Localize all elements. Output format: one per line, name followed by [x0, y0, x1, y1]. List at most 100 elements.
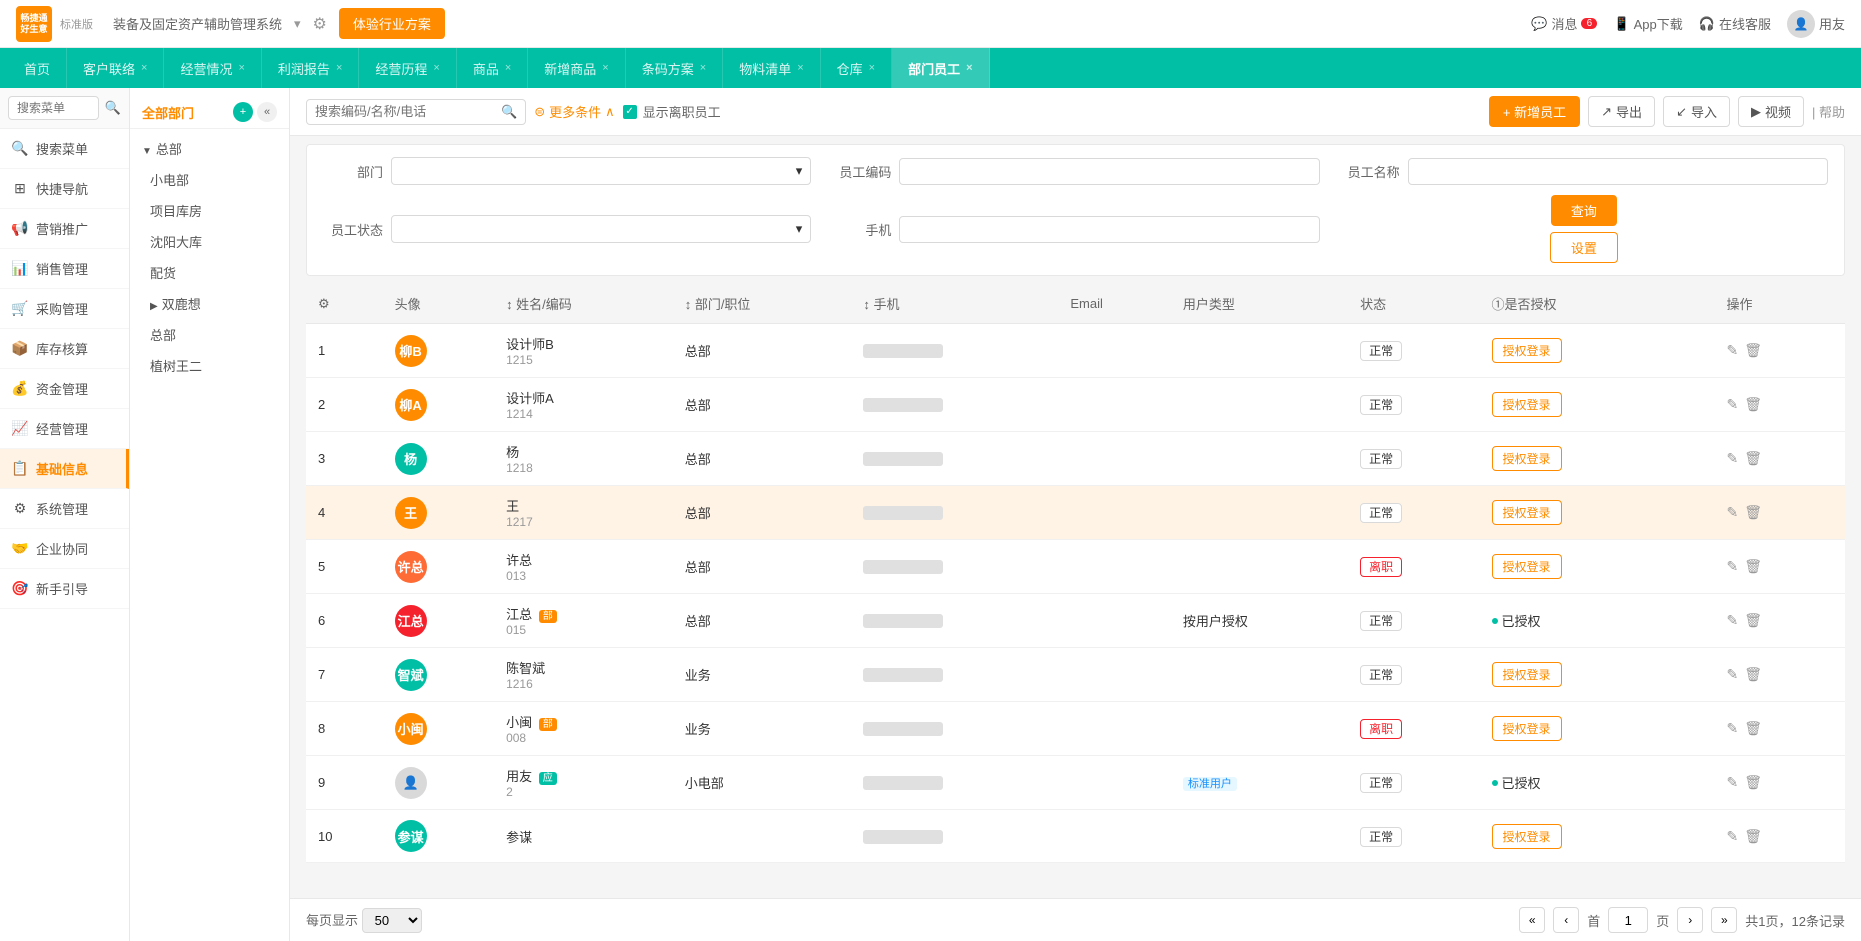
prev-page-btn[interactable]: ‹	[1553, 907, 1579, 933]
dept-tree-item-双鹿想[interactable]: ▶双鹿想	[130, 288, 289, 319]
sidebar-item-资金管理[interactable]: 💰资金管理	[0, 369, 129, 409]
authorize-button[interactable]: 授权登录	[1492, 338, 1562, 363]
delete-icon[interactable]: 🗑	[1744, 720, 1762, 736]
user-area[interactable]: 👤 用友	[1787, 10, 1845, 38]
authorize-button[interactable]: 授权登录	[1492, 446, 1562, 471]
first-page-btn[interactable]: «	[1519, 907, 1545, 933]
settings-icon[interactable]: ⚙	[313, 14, 327, 34]
edit-icon[interactable]: ✎	[1727, 612, 1739, 628]
nav-tab-新增商品[interactable]: 新增商品×	[528, 48, 625, 88]
authorize-button[interactable]: 授权登录	[1492, 392, 1562, 417]
dept-filter-select[interactable]: ▾	[391, 157, 811, 185]
search-button[interactable]: 查询	[1551, 195, 1617, 226]
emp-name-input[interactable]	[1408, 158, 1828, 185]
dept-tree-item-总部[interactable]: ▼总部	[130, 133, 289, 164]
show-resigned-toggle[interactable]: ✓ 显示离职员工	[623, 102, 721, 121]
online-service-btn[interactable]: 🎧 在线客服	[1699, 14, 1771, 33]
dept-tree-item-总部[interactable]: 总部	[130, 319, 289, 350]
sidebar-item-营销推广[interactable]: 📢营销推广	[0, 209, 129, 249]
dept-add-btn[interactable]: +	[233, 102, 253, 122]
sidebar-item-销售管理[interactable]: 📊销售管理	[0, 249, 129, 289]
dept-tree-item-项目库房[interactable]: 项目库房	[130, 195, 289, 226]
dept-tree-item-沈阳大库[interactable]: 沈阳大库	[130, 226, 289, 257]
messages-btn[interactable]: 💬 消息 6	[1531, 14, 1597, 33]
nav-tab-经营情况[interactable]: 经营情况×	[164, 48, 261, 88]
help-btn[interactable]: | 帮助	[1812, 102, 1845, 121]
nav-tab-仓库[interactable]: 仓库×	[821, 48, 892, 88]
dropdown-icon[interactable]: ▾	[294, 16, 301, 32]
nav-tab-商品[interactable]: 商品×	[457, 48, 528, 88]
sidebar-item-基础信息[interactable]: 📋基础信息	[0, 449, 129, 489]
delete-icon[interactable]: 🗑	[1744, 450, 1762, 466]
close-tab-icon[interactable]: ×	[141, 62, 147, 74]
nav-tab-客户联络[interactable]: 客户联络×	[67, 48, 164, 88]
close-tab-icon[interactable]: ×	[238, 62, 244, 74]
close-tab-icon[interactable]: ×	[602, 62, 608, 74]
delete-icon[interactable]: 🗑	[1744, 774, 1762, 790]
last-page-btn[interactable]: »	[1711, 907, 1737, 933]
sidebar-item-系统管理[interactable]: ⚙系统管理	[0, 489, 129, 529]
delete-icon[interactable]: 🗑	[1744, 828, 1762, 844]
edit-icon[interactable]: ✎	[1727, 720, 1739, 736]
edit-icon[interactable]: ✎	[1727, 450, 1739, 466]
view-button[interactable]: ▶ 视频	[1738, 96, 1804, 127]
per-page-select[interactable]: 50 100 200	[362, 908, 422, 933]
sidebar-item-经营管理[interactable]: 📈经营管理	[0, 409, 129, 449]
delete-icon[interactable]: 🗑	[1744, 612, 1762, 628]
delete-icon[interactable]: 🗑	[1744, 504, 1762, 520]
export-button[interactable]: ↗ 导出	[1588, 96, 1655, 127]
settings-button[interactable]: 设置	[1550, 232, 1618, 263]
emp-code-input[interactable]	[899, 158, 1319, 185]
dept-collapse-btn[interactable]: «	[257, 102, 277, 122]
authorize-button[interactable]: 授权登录	[1492, 554, 1562, 579]
import-button[interactable]: ↙ 导入	[1663, 96, 1730, 127]
dept-tree-item-植树王二[interactable]: 植树王二	[130, 350, 289, 381]
sidebar-item-企业协同[interactable]: 🤝企业协同	[0, 529, 129, 569]
delete-icon[interactable]: 🗑	[1744, 396, 1762, 412]
sidebar-item-搜索菜单[interactable]: 🔍搜索菜单	[0, 129, 129, 169]
close-tab-icon[interactable]: ×	[433, 62, 439, 74]
edit-icon[interactable]: ✎	[1727, 666, 1739, 682]
delete-icon[interactable]: 🗑	[1744, 558, 1762, 574]
edit-icon[interactable]: ✎	[1727, 774, 1739, 790]
dept-tree-item-配货[interactable]: 配货	[130, 257, 289, 288]
dept-tree-item-小电部[interactable]: 小电部	[130, 164, 289, 195]
phone-input[interactable]	[899, 216, 1319, 243]
nav-tab-首页[interactable]: 首页	[8, 48, 67, 88]
edit-icon[interactable]: ✎	[1727, 504, 1739, 520]
nav-tab-部门员工[interactable]: 部门员工×	[892, 48, 989, 88]
add-employee-button[interactable]: + 新增员工	[1489, 96, 1580, 127]
close-tab-icon[interactable]: ×	[336, 62, 342, 74]
edit-icon[interactable]: ✎	[1727, 558, 1739, 574]
emp-status-select[interactable]: ▾	[391, 215, 811, 243]
trial-button[interactable]: 体验行业方案	[339, 8, 445, 39]
authorize-button[interactable]: 授权登录	[1492, 824, 1562, 849]
close-tab-icon[interactable]: ×	[966, 62, 972, 74]
edit-icon[interactable]: ✎	[1727, 396, 1739, 412]
sidebar-item-新手引导[interactable]: 🎯新手引导	[0, 569, 129, 609]
search-input[interactable]	[315, 104, 495, 119]
col-name[interactable]: ↕ 姓名/编码	[494, 284, 673, 324]
sidebar-search-input[interactable]	[8, 96, 99, 120]
edit-icon[interactable]: ✎	[1727, 828, 1739, 844]
col-dept[interactable]: ↕ 部门/职位	[673, 284, 852, 324]
page-number-input[interactable]	[1608, 907, 1648, 933]
nav-tab-物料清单[interactable]: 物料清单×	[723, 48, 820, 88]
col-settings[interactable]: ⚙	[306, 284, 383, 324]
close-tab-icon[interactable]: ×	[505, 62, 511, 74]
close-tab-icon[interactable]: ×	[797, 62, 803, 74]
sidebar-item-快捷导航[interactable]: ⊞快捷导航	[0, 169, 129, 209]
delete-icon[interactable]: 🗑	[1744, 666, 1762, 682]
close-tab-icon[interactable]: ×	[869, 62, 875, 74]
authorize-button[interactable]: 授权登录	[1492, 716, 1562, 741]
authorize-button[interactable]: 授权登录	[1492, 662, 1562, 687]
next-page-btn[interactable]: ›	[1677, 907, 1703, 933]
close-tab-icon[interactable]: ×	[700, 62, 706, 74]
delete-icon[interactable]: 🗑	[1744, 342, 1762, 358]
sidebar-item-采购管理[interactable]: 🛒采购管理	[0, 289, 129, 329]
nav-tab-经营历程[interactable]: 经营历程×	[359, 48, 456, 88]
sidebar-item-库存核算[interactable]: 📦库存核算	[0, 329, 129, 369]
nav-tab-利润报告[interactable]: 利润报告×	[262, 48, 359, 88]
more-filter-btn[interactable]: ⊜ 更多条件 ∧	[534, 102, 614, 121]
app-download-btn[interactable]: 📱 App下载	[1613, 14, 1682, 33]
